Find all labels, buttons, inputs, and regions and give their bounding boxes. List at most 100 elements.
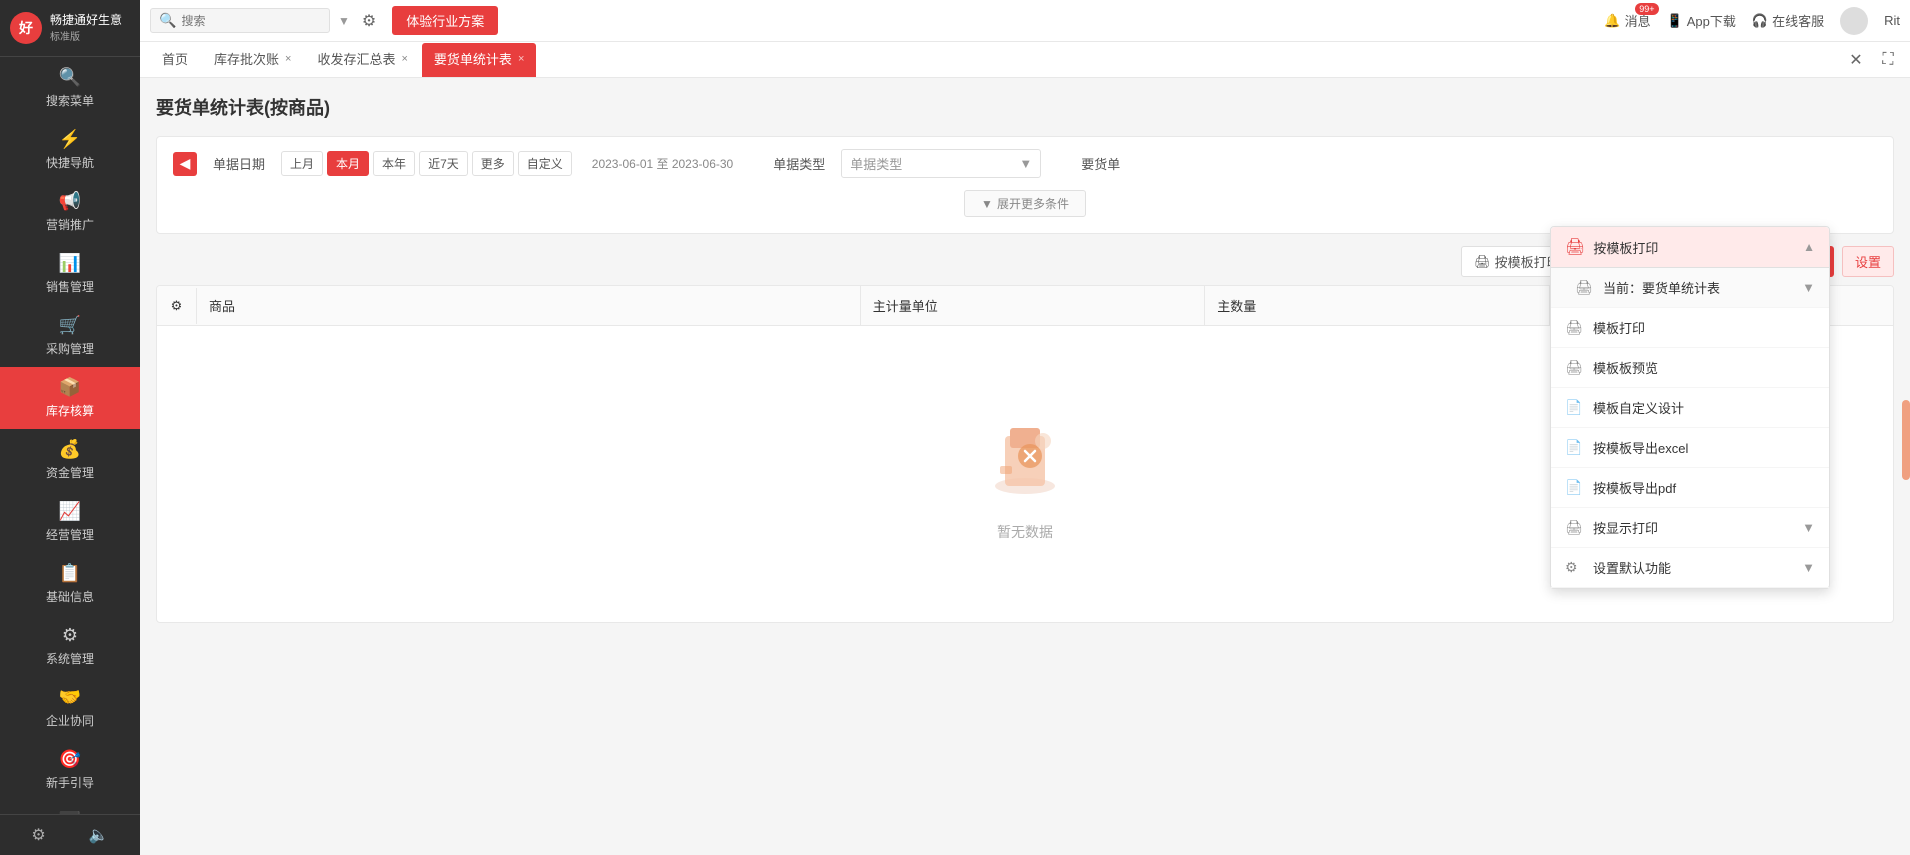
dropdown-item-template-print[interactable]: 🖨 模板打印 [1551,308,1829,348]
sidebar-settings-btn[interactable]: ⚙ [31,825,45,845]
template-print-icon: 🖨 [1565,319,1583,336]
maximize-window-button[interactable]: ⛶ [1876,48,1900,72]
sidebar-item-system[interactable]: ⚙ 系统管理 [0,615,140,677]
dropdown-item-default-func[interactable]: ⚙ 设置默认功能 ▼ [1551,548,1829,588]
quick-nav-icon: ⚡ [59,129,81,150]
date-filter-label: 单据日期 [213,154,265,173]
date-range-display: 2023-06-01 至 2023-06-30 [592,155,733,172]
sidebar-item-marketing[interactable]: 📢 营销推广 [0,181,140,243]
search-input[interactable] [181,14,311,28]
sidebar-item-purchase[interactable]: 🛒 采购管理 [0,305,140,367]
default-func-icon: ⚙ [1565,559,1583,576]
username-label[interactable]: Rit [1884,13,1900,28]
date-btn-custom[interactable]: 自定义 [518,151,572,176]
topbar-gear-icon[interactable]: ⚙ [362,11,376,31]
sidebar-item-guide[interactable]: 🎯 新手引导 [0,739,140,801]
sidebar-item-inventory-label: 库存核算 [46,402,94,419]
sidebar-item-appstore[interactable]: 🔲 应用中心 [0,801,140,814]
template-excel-label: 按模板导出excel [1593,438,1688,457]
sidebar-item-basic-label: 基础信息 [46,588,94,605]
dropdown-print-icon: 🖨 [1565,237,1585,257]
content-area: 要货单统计表(按商品) ◀ 单据日期 上月 本月 本年 近7天 更多 自定义 2… [140,78,1910,855]
online-service-label: 在线客服 [1772,11,1824,30]
filter-toggle-button[interactable]: ◀ [173,152,197,176]
filter-expand-row: ▼ 展开更多条件 [173,186,1877,221]
dropdown-collapse-icon[interactable]: ▲ [1803,240,1815,254]
date-btn-last-month[interactable]: 上月 [281,151,323,176]
tabbar-actions: ✕ ⛶ [1844,48,1900,72]
tab-receipt-summary[interactable]: 收发存汇总表 × [305,43,419,77]
topbar: 🔍 ▼ ⚙ 体验行业方案 🔔 消息 99+ 📱 App下载 🎧 在线客服 Rit [140,0,1910,42]
sidebar-item-operation[interactable]: 📈 经营管理 [0,491,140,553]
notification-button[interactable]: 🔔 消息 99+ [1604,11,1650,30]
sidebar-scroll: 🔍 搜索菜单 ⚡ 快捷导航 📢 营销推广 📊 销售管理 🛒 采购管理 📦 库存核… [0,57,140,814]
sidebar-item-quick-nav[interactable]: ⚡ 快捷导航 [0,119,140,181]
template-custom-icon: 📄 [1565,399,1583,416]
sidebar-item-finance-label: 资金管理 [46,464,94,481]
sidebar-item-inventory[interactable]: 📦 库存核算 [0,367,140,429]
date-btn-this-year[interactable]: 本年 [373,151,415,176]
topbar-search-box[interactable]: 🔍 [150,8,330,33]
sidebar-item-sales-label: 销售管理 [46,278,94,295]
date-btn-this-month[interactable]: 本月 [327,151,369,176]
dropdown-item-template-preview[interactable]: 🖨 模板板预览 [1551,348,1829,388]
company-icon: 🤝 [59,687,81,708]
tab-order-summary[interactable]: 要货单统计表 × [422,43,536,77]
sidebar-item-search[interactable]: 🔍 搜索菜单 [0,57,140,119]
tab-order-summary-label: 要货单统计表 [434,49,512,68]
date-btn-more[interactable]: 更多 [472,151,514,176]
close-window-button[interactable]: ✕ [1844,48,1868,72]
basic-icon: 📋 [59,563,81,584]
experience-button[interactable]: 体验行业方案 [392,6,498,35]
dropdown-item-display-print[interactable]: 🖨 按显示打印 ▼ [1551,508,1829,548]
expand-label: 展开更多条件 [997,195,1069,212]
right-scrollbar[interactable] [1902,400,1910,480]
tab-inventory-batch-close[interactable]: × [285,53,291,65]
sidebar-item-basic[interactable]: 📋 基础信息 [0,553,140,615]
display-print-arrow-icon: ▼ [1802,520,1815,535]
app-logo-icon: 好 [10,12,42,44]
tab-inventory-batch-label: 库存批次账 [214,49,279,68]
dropdown-current-label: 当前：要货单统计表 [1603,278,1720,297]
doc-type-select[interactable]: 单据类型 ▼ [841,149,1041,178]
tab-home[interactable]: 首页 [150,43,200,77]
sidebar-item-purchase-label: 采购管理 [46,340,94,357]
app-download-button[interactable]: 📱 App下载 [1667,11,1736,30]
dropdown-item-template-custom[interactable]: 📄 模板自定义设计 [1551,388,1829,428]
bell-icon: 🔔 [1604,13,1620,29]
topbar-right: 🔔 消息 99+ 📱 App下载 🎧 在线客服 Rit [1604,7,1900,35]
tab-home-label: 首页 [162,49,188,68]
tab-inventory-batch[interactable]: 库存批次账 × [202,43,303,77]
dropdown-current-item[interactable]: 🖨 当前：要货单统计表 ▼ [1551,268,1829,308]
date-options: 上月 本月 本年 近7天 更多 自定义 [281,151,572,176]
sidebar-item-company-label: 企业协同 [46,712,94,729]
dropdown-current-icon: 🖨 [1575,279,1593,296]
tab-receipt-summary-label: 收发存汇总表 [317,49,395,68]
search-chevron-icon: ▼ [338,14,350,28]
display-print-icon: 🖨 [1565,519,1583,536]
sidebar-item-finance[interactable]: 💰 资金管理 [0,429,140,491]
template-preview-icon: 🖨 [1565,359,1583,376]
settings-button[interactable]: 设置 [1842,246,1894,277]
sidebar-item-marketing-label: 营销推广 [46,216,94,233]
dropdown-item-template-excel[interactable]: 📄 按模板导出excel [1551,428,1829,468]
headset-icon: 🎧 [1752,13,1768,29]
th-goods: 商品 [197,286,861,325]
date-btn-last-7days[interactable]: 近7天 [419,151,468,176]
th-settings[interactable]: ⚙ [157,288,197,324]
tabbar: 首页 库存批次账 × 收发存汇总表 × 要货单统计表 × ✕ ⛶ [140,42,1910,78]
sidebar-audio-btn[interactable]: 🔈 [89,825,109,845]
template-pdf-icon: 📄 [1565,479,1583,496]
main-area: 🔍 ▼ ⚙ 体验行业方案 🔔 消息 99+ 📱 App下载 🎧 在线客服 Rit [140,0,1910,855]
tab-receipt-summary-close[interactable]: × [401,53,407,65]
expand-filter-button[interactable]: ▼ 展开更多条件 [964,190,1086,217]
app-download-label: App下载 [1687,11,1736,30]
search-icon: 🔍 [159,12,176,29]
sidebar-item-company[interactable]: 🤝 企业协同 [0,677,140,739]
default-func-label: 设置默认功能 [1593,558,1671,577]
tab-order-summary-close[interactable]: × [518,53,524,65]
dropdown-item-template-pdf[interactable]: 📄 按模板导出pdf [1551,468,1829,508]
sidebar-item-sales[interactable]: 📊 销售管理 [0,243,140,305]
default-func-arrow-icon: ▼ [1802,560,1815,575]
online-service-button[interactable]: 🎧 在线客服 [1752,11,1824,30]
